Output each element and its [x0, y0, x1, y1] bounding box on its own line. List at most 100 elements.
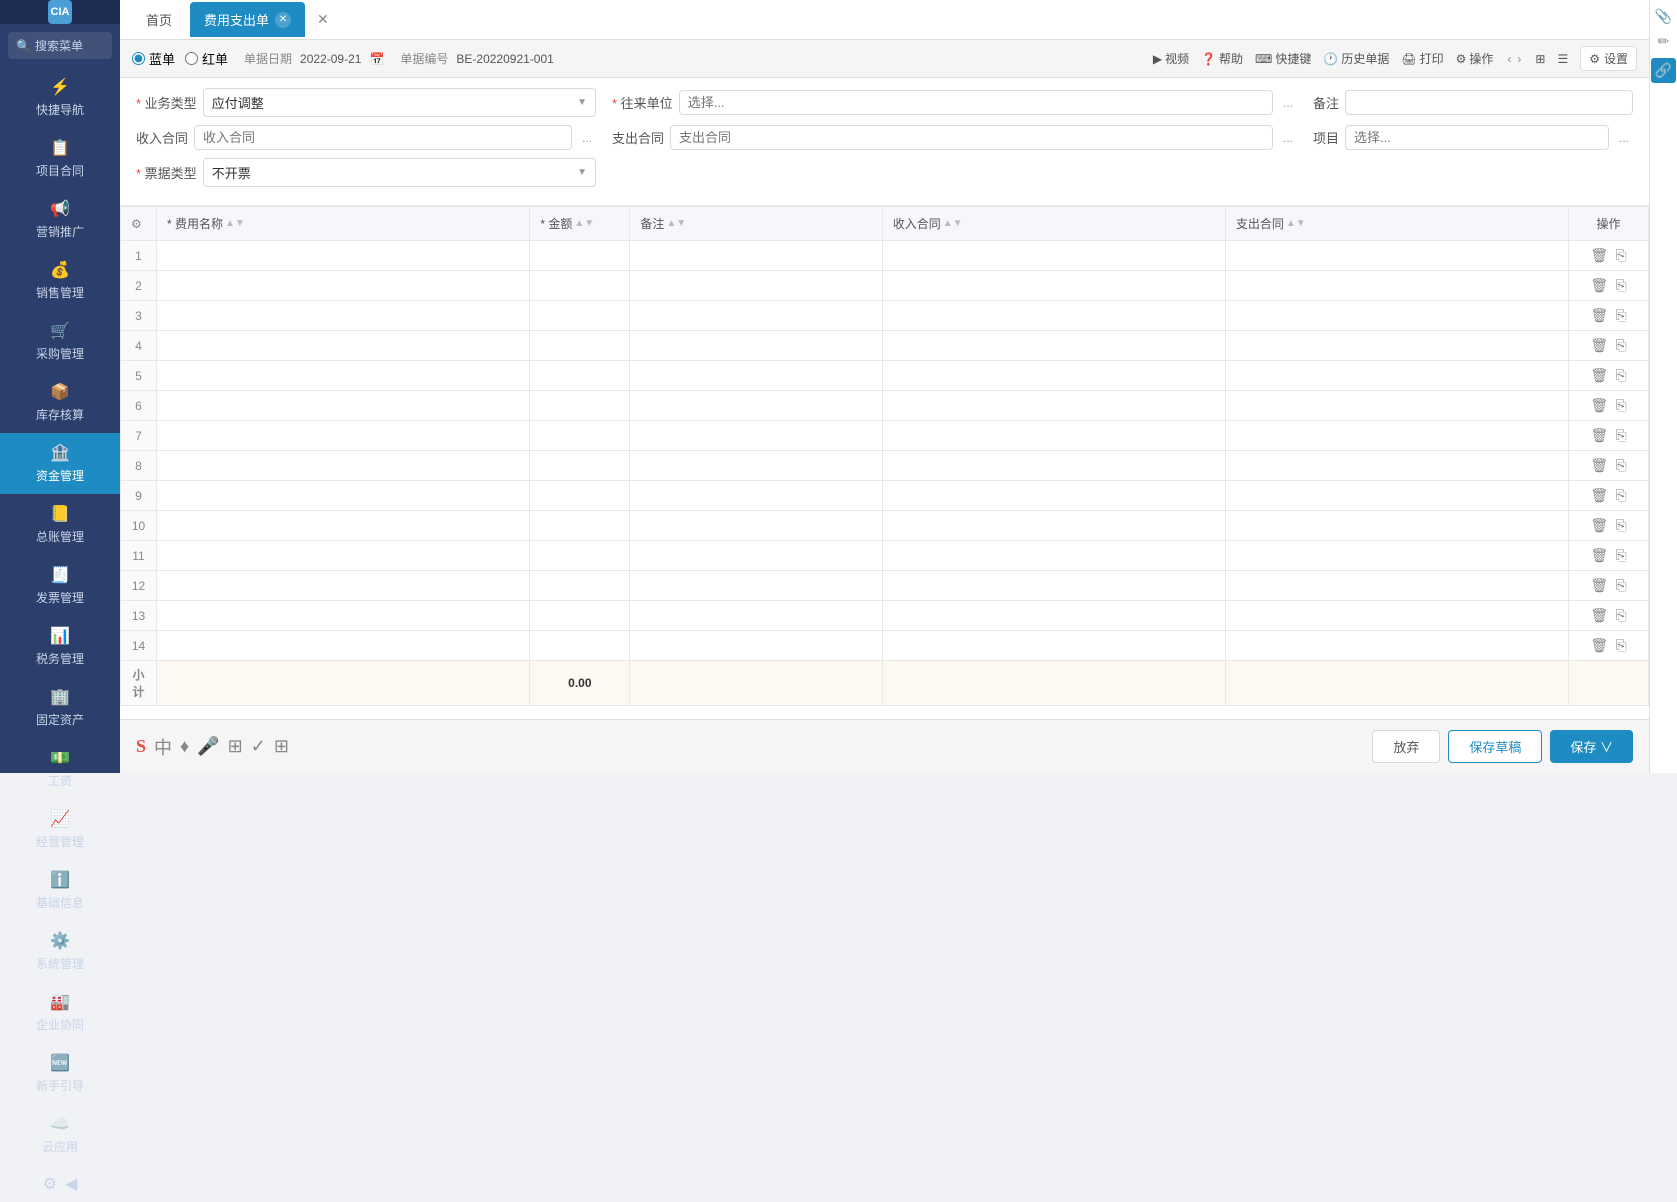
expense-contract-cell[interactable]	[1225, 601, 1568, 631]
sidebar-item-capital[interactable]: 🏦 资金管理	[0, 433, 120, 494]
expense-contract-cell[interactable]	[1225, 391, 1568, 421]
income-contract-cell[interactable]	[882, 331, 1225, 361]
diamond-icon[interactable]: ♦	[180, 736, 189, 757]
note-cell[interactable]	[630, 511, 882, 541]
th-expense-contract[interactable]: 支出合同 ▲▼	[1225, 207, 1568, 241]
table-settings-icon[interactable]: ⚙	[131, 217, 142, 231]
copy-row-button[interactable]: ⎘	[1615, 247, 1626, 263]
income-contract-cell[interactable]	[882, 451, 1225, 481]
grid-icon[interactable]: ⊞	[228, 736, 243, 757]
delete-row-button[interactable]: 🗑	[1590, 247, 1608, 263]
income-contract-more-button[interactable]: ...	[578, 131, 596, 145]
settings-button[interactable]: ⚙ 设置	[1580, 46, 1637, 71]
delete-row-button[interactable]: 🗑	[1590, 397, 1608, 413]
delete-row-button[interactable]: 🗑	[1590, 307, 1608, 323]
expense-contract-cell[interactable]	[1225, 481, 1568, 511]
amount-cell[interactable]	[530, 631, 630, 661]
video-button[interactable]: ▶ 视频	[1153, 50, 1189, 67]
expense-contract-cell[interactable]	[1225, 241, 1568, 271]
expense-contract-cell[interactable]	[1225, 361, 1568, 391]
income-contract-cell[interactable]	[882, 241, 1225, 271]
income-contract-cell[interactable]	[882, 391, 1225, 421]
apps-icon[interactable]: ⊞	[274, 736, 289, 757]
expense-contract-cell[interactable]	[1225, 541, 1568, 571]
tab-home[interactable]: 首页	[132, 2, 186, 37]
list-view-button[interactable]: ☰	[1557, 52, 1568, 66]
copy-row-button[interactable]: ⎘	[1615, 577, 1626, 593]
close-tab-icon[interactable]: ✕	[275, 12, 291, 28]
expense-name-cell[interactable]	[157, 631, 530, 661]
note-cell[interactable]	[630, 451, 882, 481]
expense-name-cell[interactable]	[157, 571, 530, 601]
sidebar-item-project-contract[interactable]: 📋 项目合同	[0, 128, 120, 189]
note-cell[interactable]	[630, 241, 882, 271]
note-cell[interactable]	[630, 601, 882, 631]
th-income-contract[interactable]: 收入合同 ▲▼	[882, 207, 1225, 241]
expense-name-cell[interactable]	[157, 511, 530, 541]
payee-more-button[interactable]: ...	[1279, 96, 1297, 110]
income-contract-cell[interactable]	[882, 511, 1225, 541]
business-type-select[interactable]: 应付调整 ▼	[203, 88, 596, 117]
copy-row-button[interactable]: ⎘	[1615, 277, 1626, 293]
sidebar-item-marketing[interactable]: 📢 营销推广	[0, 189, 120, 250]
copy-row-button[interactable]: ⎘	[1615, 367, 1626, 383]
amount-cell[interactable]	[530, 391, 630, 421]
income-contract-cell[interactable]	[882, 601, 1225, 631]
amount-cell[interactable]	[530, 481, 630, 511]
sidebar-item-purchase[interactable]: 🛒 采购管理	[0, 311, 120, 372]
settings-bottom-button[interactable]: ⚙	[43, 1174, 57, 1194]
expense-name-cell[interactable]	[157, 481, 530, 511]
note-cell[interactable]	[630, 361, 882, 391]
amount-cell[interactable]	[530, 361, 630, 391]
delete-row-button[interactable]: 🗑	[1590, 457, 1608, 473]
income-contract-cell[interactable]	[882, 421, 1225, 451]
copy-row-button[interactable]: ⎘	[1615, 397, 1626, 413]
help-button[interactable]: ❓ 帮助	[1201, 50, 1243, 67]
copy-row-button[interactable]: ⎘	[1615, 637, 1626, 653]
amount-cell[interactable]	[530, 571, 630, 601]
expense-contract-cell[interactable]	[1225, 271, 1568, 301]
note-cell[interactable]	[630, 631, 882, 661]
amount-cell[interactable]	[530, 421, 630, 451]
expense-contract-more-button[interactable]: ...	[1279, 131, 1297, 145]
copy-row-button[interactable]: ⎘	[1615, 457, 1626, 473]
win-close-button[interactable]: ✕	[317, 11, 329, 28]
expense-name-cell[interactable]	[157, 391, 530, 421]
sidebar-item-sales[interactable]: 💰 销售管理	[0, 250, 120, 311]
th-expense-name[interactable]: * 费用名称 ▲▼	[157, 207, 530, 241]
delete-row-button[interactable]: 🗑	[1590, 367, 1608, 383]
radio-red[interactable]: 红单	[185, 49, 228, 68]
save-draft-button[interactable]: 保存草稿	[1448, 730, 1542, 763]
sidebar-item-payroll[interactable]: 💵 工资	[0, 738, 120, 799]
income-contract-cell[interactable]	[882, 301, 1225, 331]
note-cell[interactable]	[630, 421, 882, 451]
delete-row-button[interactable]: 🗑	[1590, 487, 1608, 503]
nav-left-button[interactable]: ‹	[1505, 50, 1513, 68]
note-cell[interactable]	[630, 271, 882, 301]
discard-button[interactable]: 放弃	[1372, 730, 1440, 763]
payee-input[interactable]	[679, 90, 1273, 115]
th-note[interactable]: 备注 ▲▼	[630, 207, 882, 241]
sidebar-item-operations[interactable]: 📈 经营管理	[0, 799, 120, 860]
sidebar-item-tax[interactable]: 📊 税务管理	[0, 616, 120, 677]
delete-row-button[interactable]: 🗑	[1590, 337, 1608, 353]
sidebar-item-enterprise[interactable]: 🏭 企业协同	[0, 982, 120, 1043]
delete-row-button[interactable]: 🗑	[1590, 277, 1608, 293]
copy-row-button[interactable]: ⎘	[1615, 607, 1626, 623]
copy-row-button[interactable]: ⎘	[1615, 517, 1626, 533]
copy-row-button[interactable]: ⎘	[1615, 547, 1626, 563]
radio-red-input[interactable]	[185, 52, 198, 65]
sidebar-item-accounting[interactable]: 📒 总账管理	[0, 494, 120, 555]
sidebar-item-fixed-assets[interactable]: 🏢 固定资产	[0, 677, 120, 738]
income-contract-cell[interactable]	[882, 361, 1225, 391]
sidebar-item-cloud-apps[interactable]: ☁️ 云应用	[0, 1104, 120, 1165]
income-contract-input[interactable]	[194, 125, 572, 150]
right-panel-edit-icon[interactable]: ✏	[1658, 33, 1670, 50]
delete-row-button[interactable]: 🗑	[1590, 427, 1608, 443]
amount-cell[interactable]	[530, 271, 630, 301]
nav-right-button[interactable]: ›	[1515, 50, 1523, 68]
tab-expense[interactable]: 费用支出单 ✕	[190, 2, 305, 37]
delete-row-button[interactable]: 🗑	[1590, 607, 1608, 623]
expense-name-cell[interactable]	[157, 301, 530, 331]
sidebar-item-inventory[interactable]: 📦 库存核算	[0, 372, 120, 433]
